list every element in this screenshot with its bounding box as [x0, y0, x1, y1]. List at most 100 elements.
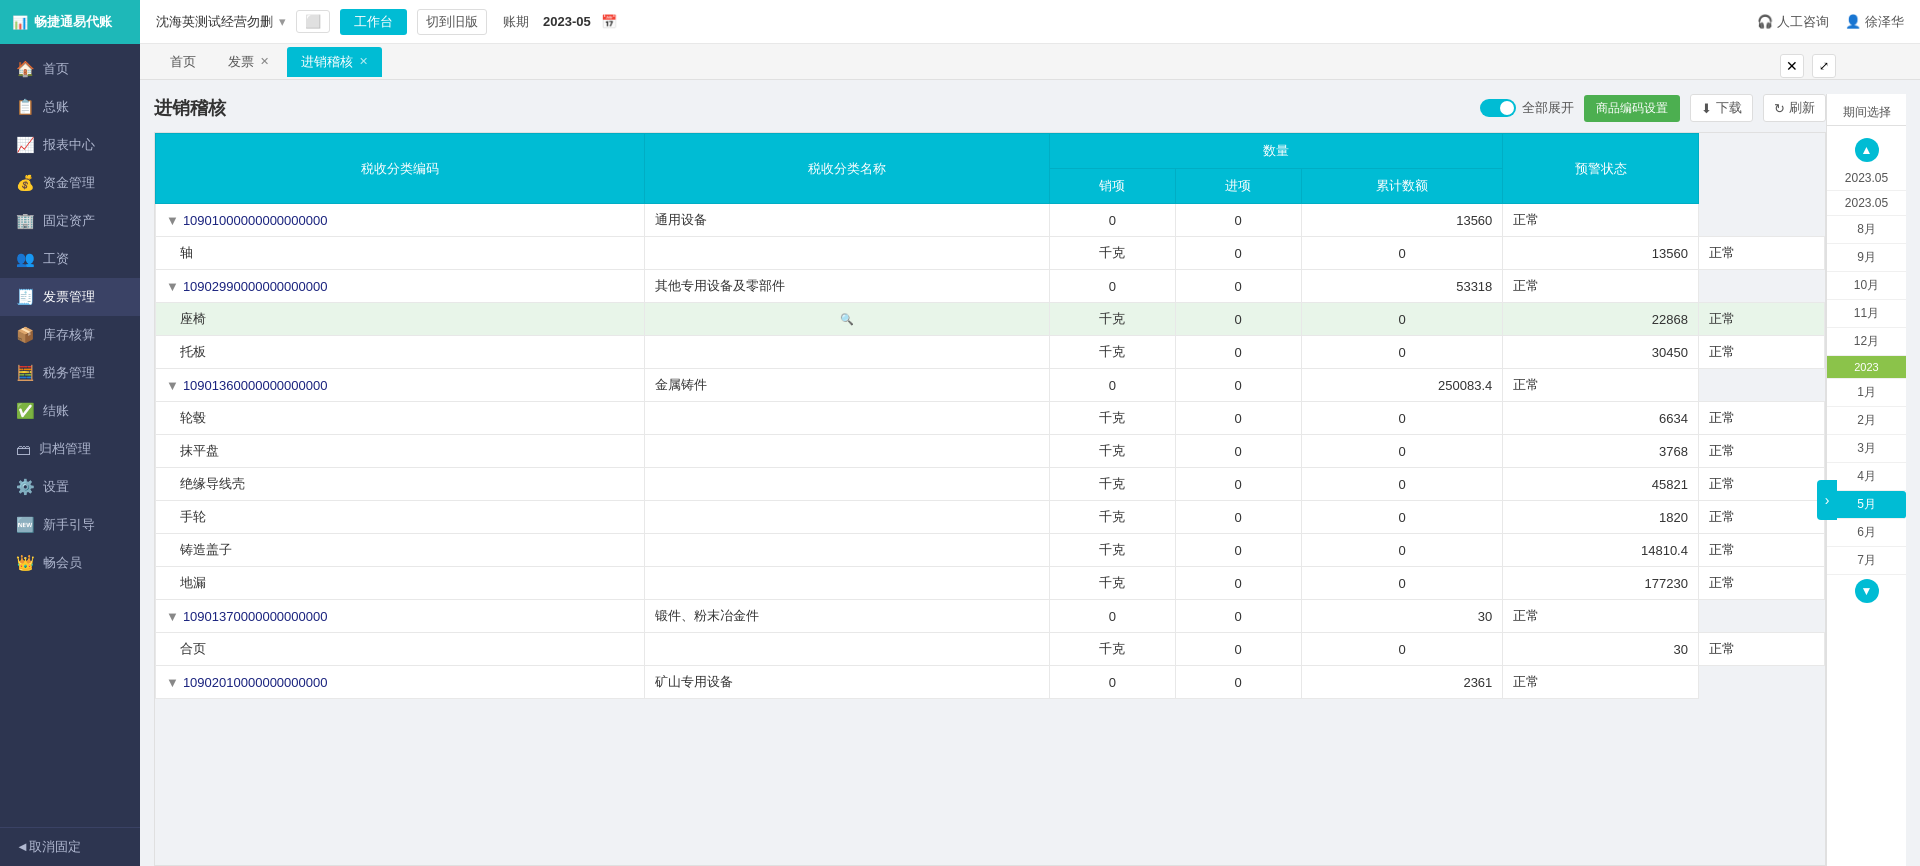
cell-total: 13560	[1503, 237, 1699, 270]
scroll-up-button[interactable]: ▲	[1855, 138, 1879, 162]
table-row[interactable]: 手轮 千克 0 0 1820 正常	[156, 501, 1825, 534]
scroll-down-button[interactable]: ▼	[1855, 579, 1879, 603]
member-icon: 👑	[16, 554, 35, 572]
sidebar-item-assets[interactable]: 🏢 固定资产	[0, 202, 140, 240]
cell-purchase-in: 0	[1301, 534, 1503, 567]
company-selector[interactable]: 沈海英测试经营勿删 ▾	[156, 13, 286, 31]
toggle-track[interactable]	[1480, 99, 1516, 117]
table-row[interactable]: ▼10902010000000000000 矿山专用设备 0 0 2361 正常	[156, 666, 1825, 699]
period-year-item-2[interactable]: 2023.05	[1827, 191, 1906, 216]
table-row[interactable]: 座椅 🔍 千克 0 0 22868 正常	[156, 303, 1825, 336]
support-label[interactable]: 🎧 人工咨询	[1757, 13, 1829, 31]
cell-total: 177230	[1503, 567, 1699, 600]
close-invoice-tab-icon[interactable]: ✕	[260, 55, 269, 68]
period-month-2[interactable]: 2月	[1827, 407, 1906, 435]
cell-sales-out: 0	[1175, 402, 1301, 435]
collapse-icon[interactable]: ▼	[166, 378, 179, 393]
sidebar-item-member[interactable]: 👑 畅会员	[0, 544, 140, 582]
sidebar-item-label: 首页	[43, 60, 69, 78]
user-icon: 👤	[1845, 14, 1861, 29]
tab-reconcile[interactable]: 进销稽核 ✕	[287, 47, 382, 77]
collapse-icon[interactable]: ▼	[166, 675, 179, 690]
panel-close-button[interactable]: ✕	[1780, 54, 1804, 78]
sidebar-item-funds[interactable]: 💰 资金管理	[0, 164, 140, 202]
period-year-item-1[interactable]: 2023.05	[1827, 166, 1906, 191]
cell-unit: 千克	[1049, 435, 1175, 468]
table-row[interactable]: ▼10901000000000000000 通用设备 0 0 13560 正常	[156, 204, 1825, 237]
period-month-12[interactable]: 12月	[1827, 328, 1906, 356]
table-row[interactable]: 轴 千克 0 0 13560 正常	[156, 237, 1825, 270]
sidebar: 📊 畅捷通易代账 🏠 首页 📋 总账 📈 报表中心 💰 资金管理 🏢 固定资产 …	[0, 0, 140, 866]
period-year-2023[interactable]: 2023	[1827, 356, 1906, 379]
period-month-4[interactable]: 4月	[1827, 463, 1906, 491]
table-row[interactable]: 地漏 千克 0 0 177230 正常	[156, 567, 1825, 600]
sidebar-item-invoice[interactable]: 🧾 发票管理	[0, 278, 140, 316]
cell-search-icon[interactable]: 🔍	[645, 303, 1050, 336]
sidebar-item-label: 发票管理	[43, 288, 95, 306]
period-month-6[interactable]: 6月	[1827, 519, 1906, 547]
sidebar-item-settle[interactable]: ✅ 结账	[0, 392, 140, 430]
sidebar-item-tax[interactable]: 🧮 税务管理	[0, 354, 140, 392]
cell-empty	[645, 435, 1050, 468]
cell-name: 托板	[156, 336, 645, 369]
table-row[interactable]: ▼10901370000000000000 锻件、粉末冶金件 0 0 30 正常	[156, 600, 1825, 633]
switch-version-button[interactable]: 切到旧版	[417, 9, 487, 35]
cell-warning: 正常	[1698, 402, 1824, 435]
close-reconcile-tab-icon[interactable]: ✕	[359, 55, 368, 68]
right-period-panel: › 期间选择 ▲ 2023.05 2023.05 8月 9月 10月 11月 1…	[1826, 94, 1906, 866]
cell-sales-out: 0	[1175, 336, 1301, 369]
period-month-10[interactable]: 10月	[1827, 272, 1906, 300]
cell-sales-out: 0	[1175, 567, 1301, 600]
cell-name: 其他专用设备及零部件	[645, 270, 1050, 303]
period-month-9[interactable]: 9月	[1827, 244, 1906, 272]
table-row[interactable]: 托板 千克 0 0 30450 正常	[156, 336, 1825, 369]
data-table: 税收分类编码 税收分类名称 数量 预警状态 销项 进项 累计数额	[155, 133, 1825, 699]
table-row[interactable]: 绝缘导线壳 千克 0 0 45821 正常	[156, 468, 1825, 501]
table-row[interactable]: 轮毂 千克 0 0 6634 正常	[156, 402, 1825, 435]
sidebar-item-archive[interactable]: 🗃 归档管理	[0, 430, 140, 468]
table-row[interactable]: 抹平盘 千克 0 0 3768 正常	[156, 435, 1825, 468]
period-month-7[interactable]: 7月	[1827, 547, 1906, 575]
col-header-name: 税收分类名称	[645, 134, 1050, 204]
sidebar-item-inventory[interactable]: 📦 库存核算	[0, 316, 140, 354]
cell-unit: 千克	[1049, 402, 1175, 435]
period-month-11[interactable]: 11月	[1827, 300, 1906, 328]
period-month-8[interactable]: 8月	[1827, 216, 1906, 244]
tab-home[interactable]: 首页	[156, 47, 210, 77]
panel-collapse-arrow[interactable]: ›	[1817, 480, 1837, 520]
sidebar-item-home[interactable]: 🏠 首页	[0, 50, 140, 88]
save-draft-button[interactable]: ⬜	[296, 10, 330, 33]
collapse-icon[interactable]: ▼	[166, 279, 179, 294]
panel-expand-button[interactable]: ⤢	[1812, 54, 1836, 78]
refresh-button[interactable]: ↻ 刷新	[1763, 94, 1826, 122]
table-row[interactable]: ▼10901360000000000000 金属铸件 0 0 250083.4 …	[156, 369, 1825, 402]
product-code-button[interactable]: 商品编码设置	[1584, 95, 1680, 122]
table-row[interactable]: 铸造盖子 千克 0 0 14810.4 正常	[156, 534, 1825, 567]
sidebar-item-guide[interactable]: 🆕 新手引导	[0, 506, 140, 544]
period-month-5[interactable]: 5月	[1827, 491, 1906, 519]
tab-invoice[interactable]: 发票 ✕	[214, 47, 283, 77]
funds-icon: 💰	[16, 174, 35, 192]
assets-icon: 🏢	[16, 212, 35, 230]
cell-purchase-in: 0	[1301, 303, 1503, 336]
collapse-icon[interactable]: ▼	[166, 213, 179, 228]
workspace-button[interactable]: 工作台	[340, 9, 407, 35]
expand-toggle[interactable]: 全部展开	[1480, 99, 1574, 117]
download-button[interactable]: ⬇ 下载	[1690, 94, 1753, 122]
cell-unit: 千克	[1049, 633, 1175, 666]
period-month-1[interactable]: 1月	[1827, 379, 1906, 407]
sidebar-item-ledger[interactable]: 📋 总账	[0, 88, 140, 126]
period-month-3[interactable]: 3月	[1827, 435, 1906, 463]
sidebar-item-reports[interactable]: 📈 报表中心	[0, 126, 140, 164]
table-row[interactable]: ▼10902990000000000000 其他专用设备及零部件 0 0 533…	[156, 270, 1825, 303]
sidebar-item-settings[interactable]: ⚙️ 设置	[0, 468, 140, 506]
sidebar-item-payroll[interactable]: 👥 工资	[0, 240, 140, 278]
cell-empty	[645, 501, 1050, 534]
collapse-icon[interactable]: ▼	[166, 609, 179, 624]
save-draft-icon: ⬜	[305, 14, 321, 29]
calendar-icon[interactable]: 📅	[601, 14, 617, 29]
table-row[interactable]: 合页 千克 0 0 30 正常	[156, 633, 1825, 666]
sidebar-footer-unpin[interactable]: ◄取消固定	[0, 827, 140, 866]
user-profile[interactable]: 👤 徐泽华	[1845, 13, 1904, 31]
cell-name: 地漏	[156, 567, 645, 600]
